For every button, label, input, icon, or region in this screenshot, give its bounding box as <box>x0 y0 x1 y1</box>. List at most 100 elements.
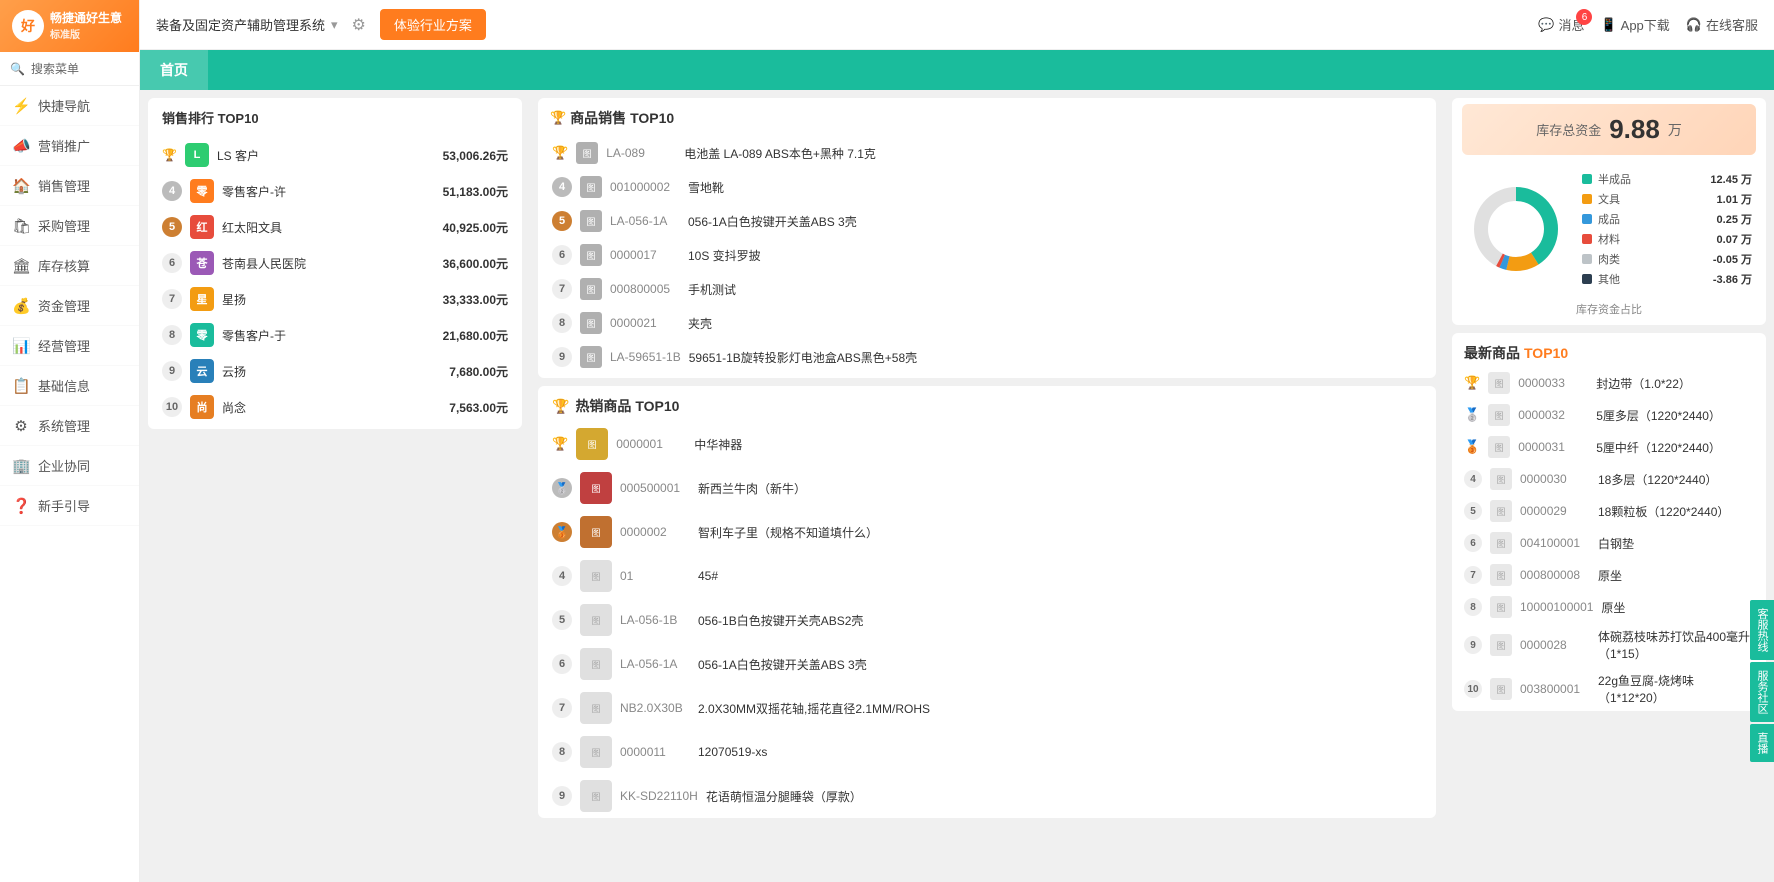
tab-home[interactable]: 首页 <box>140 50 208 90</box>
np-code: 000800008 <box>1520 568 1590 582</box>
product-name: 夹壳 <box>688 315 1422 332</box>
product-name: 电池盖 LA-089 ABS本色+黑种 7.1克 <box>684 145 1422 162</box>
np-rank: 4 <box>1464 470 1482 488</box>
np-name: 封边带（1.0*22） <box>1596 375 1754 392</box>
legend-dot <box>1582 274 1592 284</box>
np-code: 0000032 <box>1518 408 1588 422</box>
np-thumb: 图 <box>1490 564 1512 586</box>
product-code: 0000017 <box>610 248 680 262</box>
table-row: 🏆 L LS 客户 53,006.26元 <box>148 137 522 173</box>
rank-number: 9 <box>162 361 182 381</box>
np-code: 0000029 <box>1520 504 1590 518</box>
product-name: 056-1A白色按键开关盖ABS 3壳 <box>698 656 1422 673</box>
cs-hotline-button[interactable]: 客服热线 <box>1750 600 1774 660</box>
table-row: 10 尚 尚念 7,563.00元 <box>148 389 522 425</box>
table-row: 5 红 红太阳文具 40,925.00元 <box>148 209 522 245</box>
online-service-button[interactable]: 🎧 在线客服 <box>1686 15 1758 34</box>
np-rank: 5 <box>1464 502 1482 520</box>
rank-name: 苍南县人民医院 <box>222 255 435 272</box>
product-sales-list: 🏆 图 LA-089 电池盖 LA-089 ABS本色+黑种 7.1克 4 图 … <box>538 132 1436 378</box>
product-thumb: 图 <box>580 346 602 368</box>
product-name: 手机测试 <box>688 281 1422 298</box>
message-icon: 💬 <box>1538 17 1554 33</box>
sidebar-item-sys-mgmt[interactable]: ⚙ 系统管理 <box>0 406 139 446</box>
np-thumb: 图 <box>1490 678 1512 700</box>
product-thumb: 图 <box>580 472 612 504</box>
dropdown-arrow-icon[interactable]: ▾ <box>331 17 338 33</box>
sidebar-item-marketing[interactable]: 📣 营销推广 <box>0 126 139 166</box>
np-thumb: 图 <box>1488 372 1510 394</box>
sidebar-search[interactable]: 🔍 搜索菜单 <box>0 52 139 86</box>
cs-community-button[interactable]: 服务社区 <box>1750 662 1774 722</box>
legend-item: 其他 -3.86 万 <box>1582 269 1752 289</box>
product-thumb: 图 <box>580 780 612 812</box>
product-code: 0000001 <box>616 437 686 451</box>
rank-number: 6 <box>552 654 572 674</box>
app-download-button[interactable]: 📱 App下载 <box>1600 15 1669 34</box>
sidebar-item-sales[interactable]: 🏠 销售管理 <box>0 166 139 206</box>
sidebar-item-basic-info[interactable]: 📋 基础信息 <box>0 366 139 406</box>
product-thumb: 图 <box>580 648 612 680</box>
logo-sub: 标准版 <box>50 26 122 41</box>
legend-item: 材料 0.07 万 <box>1582 229 1752 249</box>
product-code: 0000002 <box>620 525 690 539</box>
legend-label: 材料 <box>1598 231 1711 247</box>
rank-number: 8 <box>552 313 572 333</box>
new-products-title: 最新商品 TOP10 <box>1452 333 1766 367</box>
product-name: 59651-1B旋转投影灯电池盒ABS黑色+58壳 <box>689 349 1422 366</box>
message-button[interactable]: 💬 消息 6 <box>1538 15 1584 34</box>
sidebar-item-guide[interactable]: ❓ 新手引导 <box>0 486 139 526</box>
legend-value: -0.05 万 <box>1713 251 1752 267</box>
np-code: 004100001 <box>1520 536 1590 550</box>
rank-name: LS 客户 <box>217 147 435 164</box>
rank-value: 7,680.00元 <box>449 363 508 380</box>
rank-value: 33,333.00元 <box>443 291 508 308</box>
right-panel: 库存总资金 9.88 万 <box>1444 90 1774 882</box>
purchase-icon: 🛍 <box>12 217 30 235</box>
np-thumb: 图 <box>1488 436 1510 458</box>
rank-number: 10 <box>162 397 182 417</box>
avatar: 尚 <box>190 395 214 419</box>
sidebar-item-quick-nav[interactable]: ⚡ 快捷导航 <box>0 86 139 126</box>
sidebar-item-company[interactable]: 🏢 企业协同 <box>0 446 139 486</box>
mid-panel: 🏆 商品销售 TOP10 🏆 图 LA-089 电池盖 LA-089 ABS本色… <box>530 90 1444 882</box>
sidebar-item-finance[interactable]: 💰 资金管理 <box>0 286 139 326</box>
avatar: 云 <box>190 359 214 383</box>
list-item: 6 图 0000017 10S 变抖罗披 <box>538 238 1436 272</box>
legend-label: 文具 <box>1598 191 1711 207</box>
np-rank: 8 <box>1464 598 1482 616</box>
marketing-icon: 📣 <box>12 137 30 155</box>
avatar: 苍 <box>190 251 214 275</box>
product-name: 新西兰牛肉（新牛） <box>698 480 1422 497</box>
legend-dot <box>1582 194 1592 204</box>
rank-number: 🥉 <box>552 522 572 542</box>
rank-gold-icon: 🏆 <box>552 436 568 452</box>
sidebar-item-operations[interactable]: 📊 经营管理 <box>0 326 139 366</box>
trial-button[interactable]: 体验行业方案 <box>380 9 486 40</box>
nav-tabs: 首页 <box>140 50 1774 90</box>
np-rank: 7 <box>1464 566 1482 584</box>
np-name: 5厘多层（1220*2440） <box>1596 407 1754 424</box>
legend-item: 肉类 -0.05 万 <box>1582 249 1752 269</box>
product-code: 0000011 <box>620 745 690 759</box>
product-thumb: 图 <box>580 692 612 724</box>
product-thumb: 图 <box>580 516 612 548</box>
legend-value: 0.07 万 <box>1717 231 1752 247</box>
gear-icon[interactable]: ⚙ <box>352 15 366 35</box>
rank-number: 5 <box>552 211 572 231</box>
list-item: 9 图 KK-SD22110H 花语萌恒温分腿睡袋（厚款） <box>538 774 1436 818</box>
product-code: KK-SD22110H <box>620 789 698 803</box>
rank-number: 8 <box>552 742 572 762</box>
sidebar-item-inventory[interactable]: 🏛 库存核算 <box>0 246 139 286</box>
np-rank: 🥉 <box>1464 439 1480 455</box>
product-code: 001000002 <box>610 180 680 194</box>
legend-dot <box>1582 254 1592 264</box>
list-item: 6 图 004100001 白钢垫 <box>1452 527 1766 559</box>
rank-name: 云扬 <box>222 363 441 380</box>
list-item: 6 图 LA-056-1A 056-1A白色按键开关盖ABS 3壳 <box>538 642 1436 686</box>
sidebar-item-purchase[interactable]: 🛍 采购管理 <box>0 206 139 246</box>
cs-live-button[interactable]: 直播 <box>1750 724 1774 762</box>
rank-name: 尚念 <box>222 399 441 416</box>
topbar: 装备及固定资产辅助管理系统 ▾ ⚙ 体验行业方案 💬 消息 6 📱 App下载 … <box>140 0 1774 50</box>
table-row: 4 零 零售客户-许 51,183.00元 <box>148 173 522 209</box>
